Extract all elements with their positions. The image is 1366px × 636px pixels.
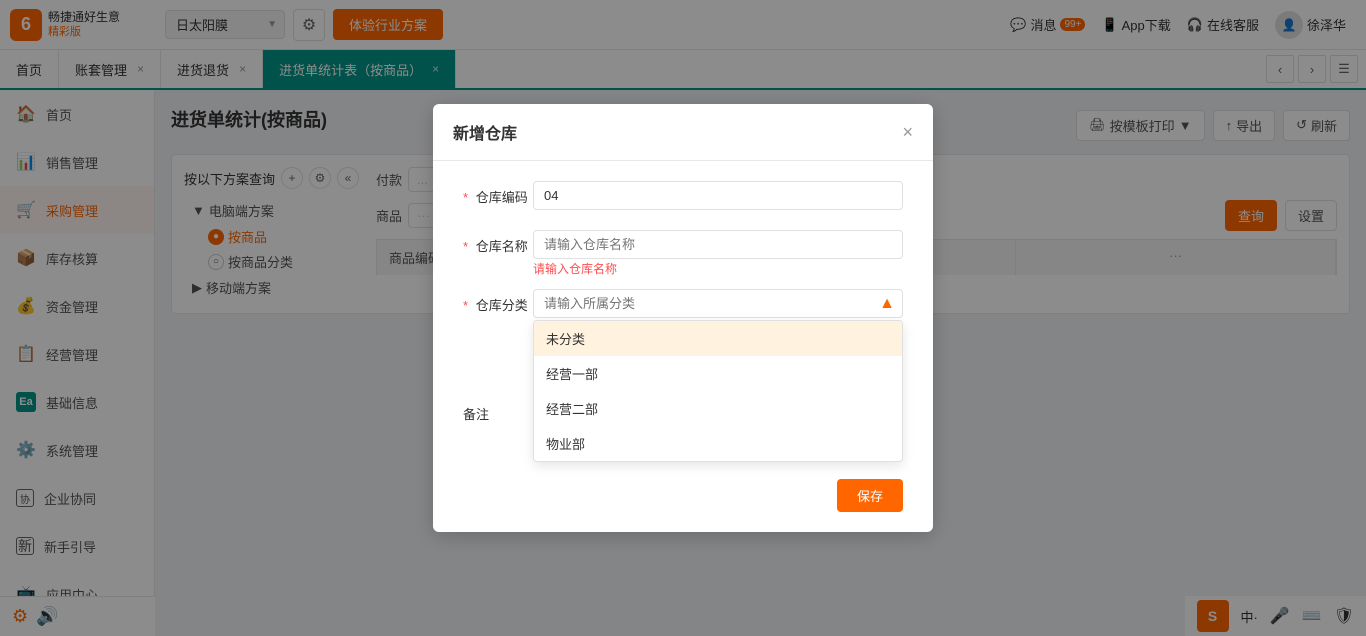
modal-body: * 仓库编码 * 仓库名称 请输入仓库名称 [433, 161, 933, 467]
category-input-wrap: ▲ 未分类 经营一部 经营二部 物业部 [533, 289, 903, 318]
modal-new-warehouse: 新增仓库 × * 仓库编码 * 仓库名称 [433, 104, 933, 532]
dropdown-item-property[interactable]: 物业部 [534, 426, 902, 461]
warehouse-code-input[interactable] [533, 181, 903, 210]
name-label: * 仓库名称 [463, 230, 533, 255]
dropdown-item-uncategorized[interactable]: 未分类 [534, 321, 902, 356]
dropdown-item-ops2[interactable]: 经营二部 [534, 391, 902, 426]
modal-close-button[interactable]: × [902, 122, 913, 143]
chevron-up-icon[interactable]: ▲ [879, 295, 895, 313]
category-dropdown: 未分类 经营一部 经营二部 物业部 [533, 320, 903, 462]
modal-title: 新增仓库 [453, 120, 517, 144]
name-input-wrap: 请输入仓库名称 [533, 230, 903, 259]
warehouse-code-row: * 仓库编码 [463, 181, 903, 210]
note-label: 备注 [463, 398, 533, 423]
dropdown-item-ops1[interactable]: 经营一部 [534, 356, 902, 391]
modal-overlay[interactable]: 新增仓库 × * 仓库编码 * 仓库名称 [0, 0, 1366, 636]
warehouse-name-row: * 仓库名称 请输入仓库名称 [463, 230, 903, 259]
save-button[interactable]: 保存 [837, 479, 903, 512]
code-label: * 仓库编码 [463, 181, 533, 206]
code-input-wrap [533, 181, 903, 210]
warehouse-category-input[interactable] [533, 289, 903, 318]
category-label: * 仓库分类 [463, 289, 533, 314]
modal-header: 新增仓库 × [433, 104, 933, 161]
warehouse-name-input[interactable] [533, 230, 903, 259]
name-error-message: 请输入仓库名称 [533, 260, 617, 277]
warehouse-category-row: * 仓库分类 ▲ 未分类 经营一部 经营二部 物业部 [463, 289, 903, 318]
modal-footer: 保存 [433, 467, 933, 532]
